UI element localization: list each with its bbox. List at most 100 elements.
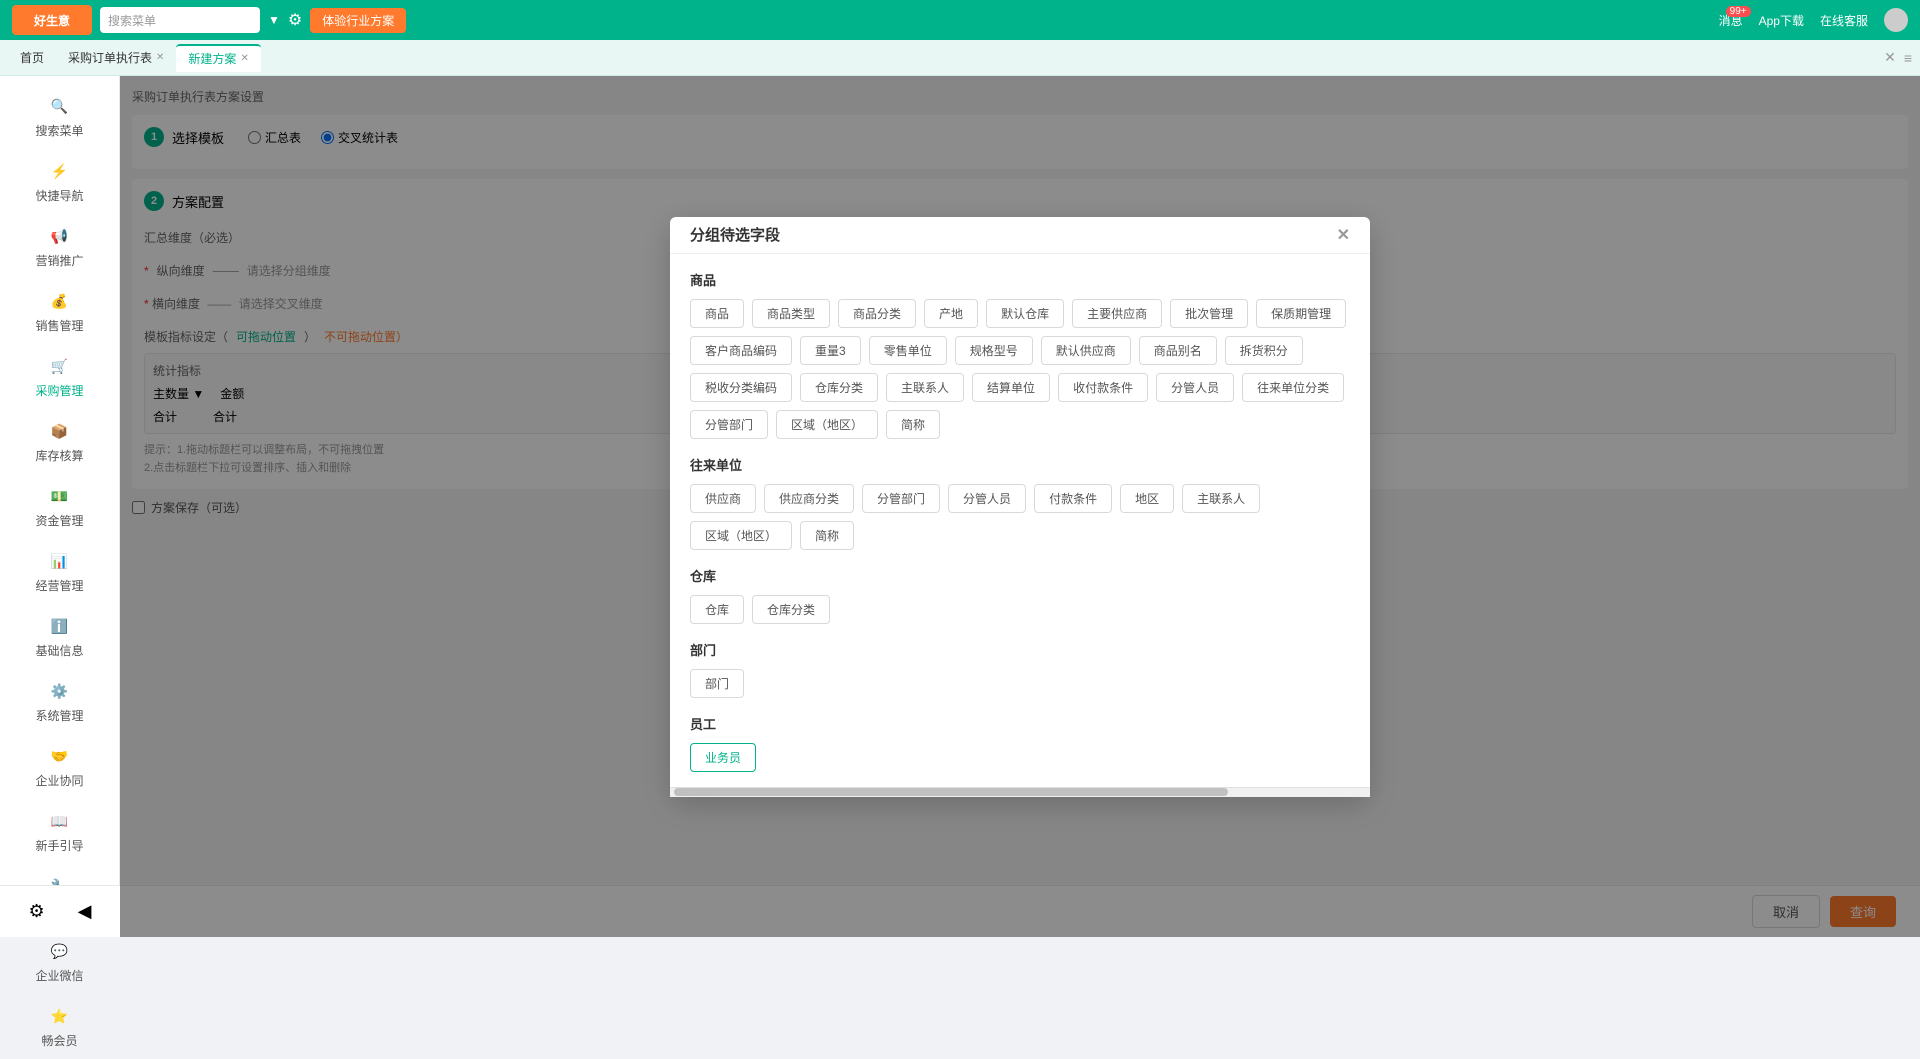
field-manager[interactable]: 分管人员 xyxy=(1156,373,1234,402)
sidebar-collapse-icon[interactable]: ◀ xyxy=(78,901,92,922)
field-origin[interactable]: 产地 xyxy=(924,299,978,328)
field-dept[interactable]: 分管部门 xyxy=(690,410,768,439)
sidebar-item-search[interactable]: 🔍 搜索菜单 xyxy=(0,84,119,149)
field-payment-terms[interactable]: 收付款条件 xyxy=(1058,373,1148,402)
section-warehouse: 仓库 仓库 仓库分类 xyxy=(690,566,1350,624)
wechat-icon: 💬 xyxy=(48,939,72,963)
field-main-supplier[interactable]: 主要供应商 xyxy=(1072,299,1162,328)
field-area[interactable]: 地区 xyxy=(1120,484,1174,513)
field-product[interactable]: 商品 xyxy=(690,299,744,328)
field-payment-condition[interactable]: 付款条件 xyxy=(1034,484,1112,513)
department-fields: 部门 xyxy=(690,669,1350,698)
experience-btn[interactable]: 体验行业方案 xyxy=(310,8,406,33)
section-counterparty: 往来单位 供应商 供应商分类 分管部门 分管人员 付款条件 地区 主联系人 区域… xyxy=(690,455,1350,550)
app-logo: 好生意 xyxy=(12,5,92,35)
field-product-alias[interactable]: 商品别名 xyxy=(1139,336,1217,365)
field-retail-unit[interactable]: 零售单位 xyxy=(869,336,947,365)
sidebar-item-marketing[interactable]: 📢 营销推广 xyxy=(0,214,119,279)
modal-hscrollbar[interactable] xyxy=(670,787,1370,797)
section-department: 部门 部门 xyxy=(690,640,1350,698)
main-layout: 🔍 搜索菜单 ⚡ 快捷导航 📢 营销推广 💰 销售管理 🛒 采购管理 📦 库存核… xyxy=(0,76,1920,937)
section-counterparty-title: 往来单位 xyxy=(690,455,1350,474)
sidebar-item-enterprise[interactable]: 🤝 企业协同 xyxy=(0,734,119,799)
sidebar-item-member[interactable]: ⭐ 畅会员 xyxy=(0,994,119,1059)
field-tax-code[interactable]: 税收分类编码 xyxy=(690,373,792,402)
field-product-category[interactable]: 商品分类 xyxy=(838,299,916,328)
modal-body[interactable]: 商品 商品 商品类型 商品分类 产地 默认仓库 主要供应商 批次管理 保质期管理… xyxy=(670,254,1370,786)
field-weight3[interactable]: 重量3 xyxy=(800,336,861,365)
field-region-product[interactable]: 区域（地区） xyxy=(776,410,878,439)
modal-close-btn[interactable]: ✕ xyxy=(1337,225,1350,245)
right-actions: 消息 99+ App下载 在线客服 xyxy=(1719,8,1908,32)
marketing-icon: 📢 xyxy=(48,224,72,248)
sidebar-item-inventory[interactable]: 📦 库存核算 xyxy=(0,409,119,474)
sidebar-item-purchase[interactable]: 🛒 采购管理 xyxy=(0,344,119,409)
sidebar: 🔍 搜索菜单 ⚡ 快捷导航 📢 营销推广 💰 销售管理 🛒 采购管理 📦 库存核… xyxy=(0,76,120,937)
field-warehouse[interactable]: 仓库 xyxy=(690,595,744,624)
basic-info-icon: ℹ️ xyxy=(48,614,72,638)
field-supplier-category[interactable]: 供应商分类 xyxy=(764,484,854,513)
close-tab-new-plan[interactable]: ✕ xyxy=(240,53,248,64)
tab-home[interactable]: 首页 xyxy=(8,44,56,72)
sidebar-item-operations[interactable]: 📊 经营管理 xyxy=(0,539,119,604)
field-product-type[interactable]: 商品类型 xyxy=(752,299,830,328)
quick-nav-icon: ⚡ xyxy=(48,159,72,183)
dropdown-arrow[interactable]: ▼ xyxy=(268,13,280,27)
field-warehouse-cat[interactable]: 仓库分类 xyxy=(752,595,830,624)
close-tab-purchase[interactable]: ✕ xyxy=(156,52,164,63)
tab-close-all[interactable]: ✕ xyxy=(1884,49,1896,66)
field-mgmt-dept[interactable]: 分管部门 xyxy=(862,484,940,513)
field-salesperson[interactable]: 业务员 xyxy=(690,743,756,772)
employee-fields: 业务员 xyxy=(690,743,1350,772)
user-avatar[interactable] xyxy=(1884,8,1908,32)
search-bar[interactable]: 搜索菜单 xyxy=(100,7,260,33)
app-download-btn[interactable]: App下载 xyxy=(1759,12,1804,29)
field-warehouse-category[interactable]: 仓库分类 xyxy=(800,373,878,402)
field-short-name-product[interactable]: 简称 xyxy=(886,410,940,439)
field-counterparty-category[interactable]: 往来单位分类 xyxy=(1242,373,1344,402)
field-batch-mgmt[interactable]: 批次管理 xyxy=(1170,299,1248,328)
enterprise-icon: 🤝 xyxy=(48,744,72,768)
field-supplier[interactable]: 供应商 xyxy=(690,484,756,513)
search-icon: 🔍 xyxy=(48,94,72,118)
modal-title: 分组待选字段 xyxy=(690,224,780,245)
section-department-title: 部门 xyxy=(690,640,1350,659)
hscroll-thumb xyxy=(674,788,1228,796)
sales-icon: 💰 xyxy=(48,289,72,313)
field-main-contact-cp[interactable]: 主联系人 xyxy=(1182,484,1260,513)
field-mgmt-person[interactable]: 分管人员 xyxy=(948,484,1026,513)
sidebar-item-sales[interactable]: 💰 销售管理 xyxy=(0,279,119,344)
field-default-warehouse[interactable]: 默认仓库 xyxy=(986,299,1064,328)
sidebar-item-system[interactable]: ⚙️ 系统管理 xyxy=(0,669,119,734)
field-settlement-unit[interactable]: 结算单位 xyxy=(972,373,1050,402)
section-employee-title: 员工 xyxy=(690,714,1350,733)
field-main-contact[interactable]: 主联系人 xyxy=(886,373,964,402)
sidebar-item-basic-info[interactable]: ℹ️ 基础信息 xyxy=(0,604,119,669)
tab-purchase-exec[interactable]: 采购订单执行表 ✕ xyxy=(56,44,176,72)
field-spec-model[interactable]: 规格型号 xyxy=(955,336,1033,365)
online-service-btn[interactable]: 在线客服 xyxy=(1820,12,1868,29)
notification-btn[interactable]: 消息 99+ xyxy=(1719,12,1743,29)
field-customer-code[interactable]: 客户商品编码 xyxy=(690,336,792,365)
sidebar-settings-icon[interactable]: ⚙ xyxy=(29,901,45,922)
field-shelf-life[interactable]: 保质期管理 xyxy=(1256,299,1346,328)
tab-menu[interactable]: ≡ xyxy=(1904,50,1912,66)
system-icon: ⚙️ xyxy=(48,679,72,703)
field-default-supplier[interactable]: 默认供应商 xyxy=(1041,336,1131,365)
field-split-points[interactable]: 拆货积分 xyxy=(1225,336,1303,365)
sidebar-item-wechat[interactable]: 💬 企业微信 xyxy=(0,929,119,994)
field-short-name-cp[interactable]: 简称 xyxy=(800,521,854,550)
section-employee: 员工 业务员 xyxy=(690,714,1350,772)
sidebar-bottom: ⚙ ◀ xyxy=(0,885,120,937)
field-department[interactable]: 部门 xyxy=(690,669,744,698)
sidebar-item-quick-nav[interactable]: ⚡ 快捷导航 xyxy=(0,149,119,214)
warehouse-fields: 仓库 仓库分类 xyxy=(690,595,1350,624)
top-nav: 好生意 搜索菜单 ▼ ⚙ 体验行业方案 消息 99+ App下载 在线客服 xyxy=(0,0,1920,40)
sidebar-item-newbie[interactable]: 📖 新手引导 xyxy=(0,799,119,864)
sidebar-item-finance[interactable]: 💵 资金管理 xyxy=(0,474,119,539)
settings-icon[interactable]: ⚙ xyxy=(288,10,302,30)
section-product: 商品 商品 商品类型 商品分类 产地 默认仓库 主要供应商 批次管理 保质期管理… xyxy=(690,270,1350,439)
tab-new-plan[interactable]: 新建方案 ✕ xyxy=(176,44,260,72)
field-region-cp[interactable]: 区域（地区） xyxy=(690,521,792,550)
section-warehouse-title: 仓库 xyxy=(690,566,1350,585)
